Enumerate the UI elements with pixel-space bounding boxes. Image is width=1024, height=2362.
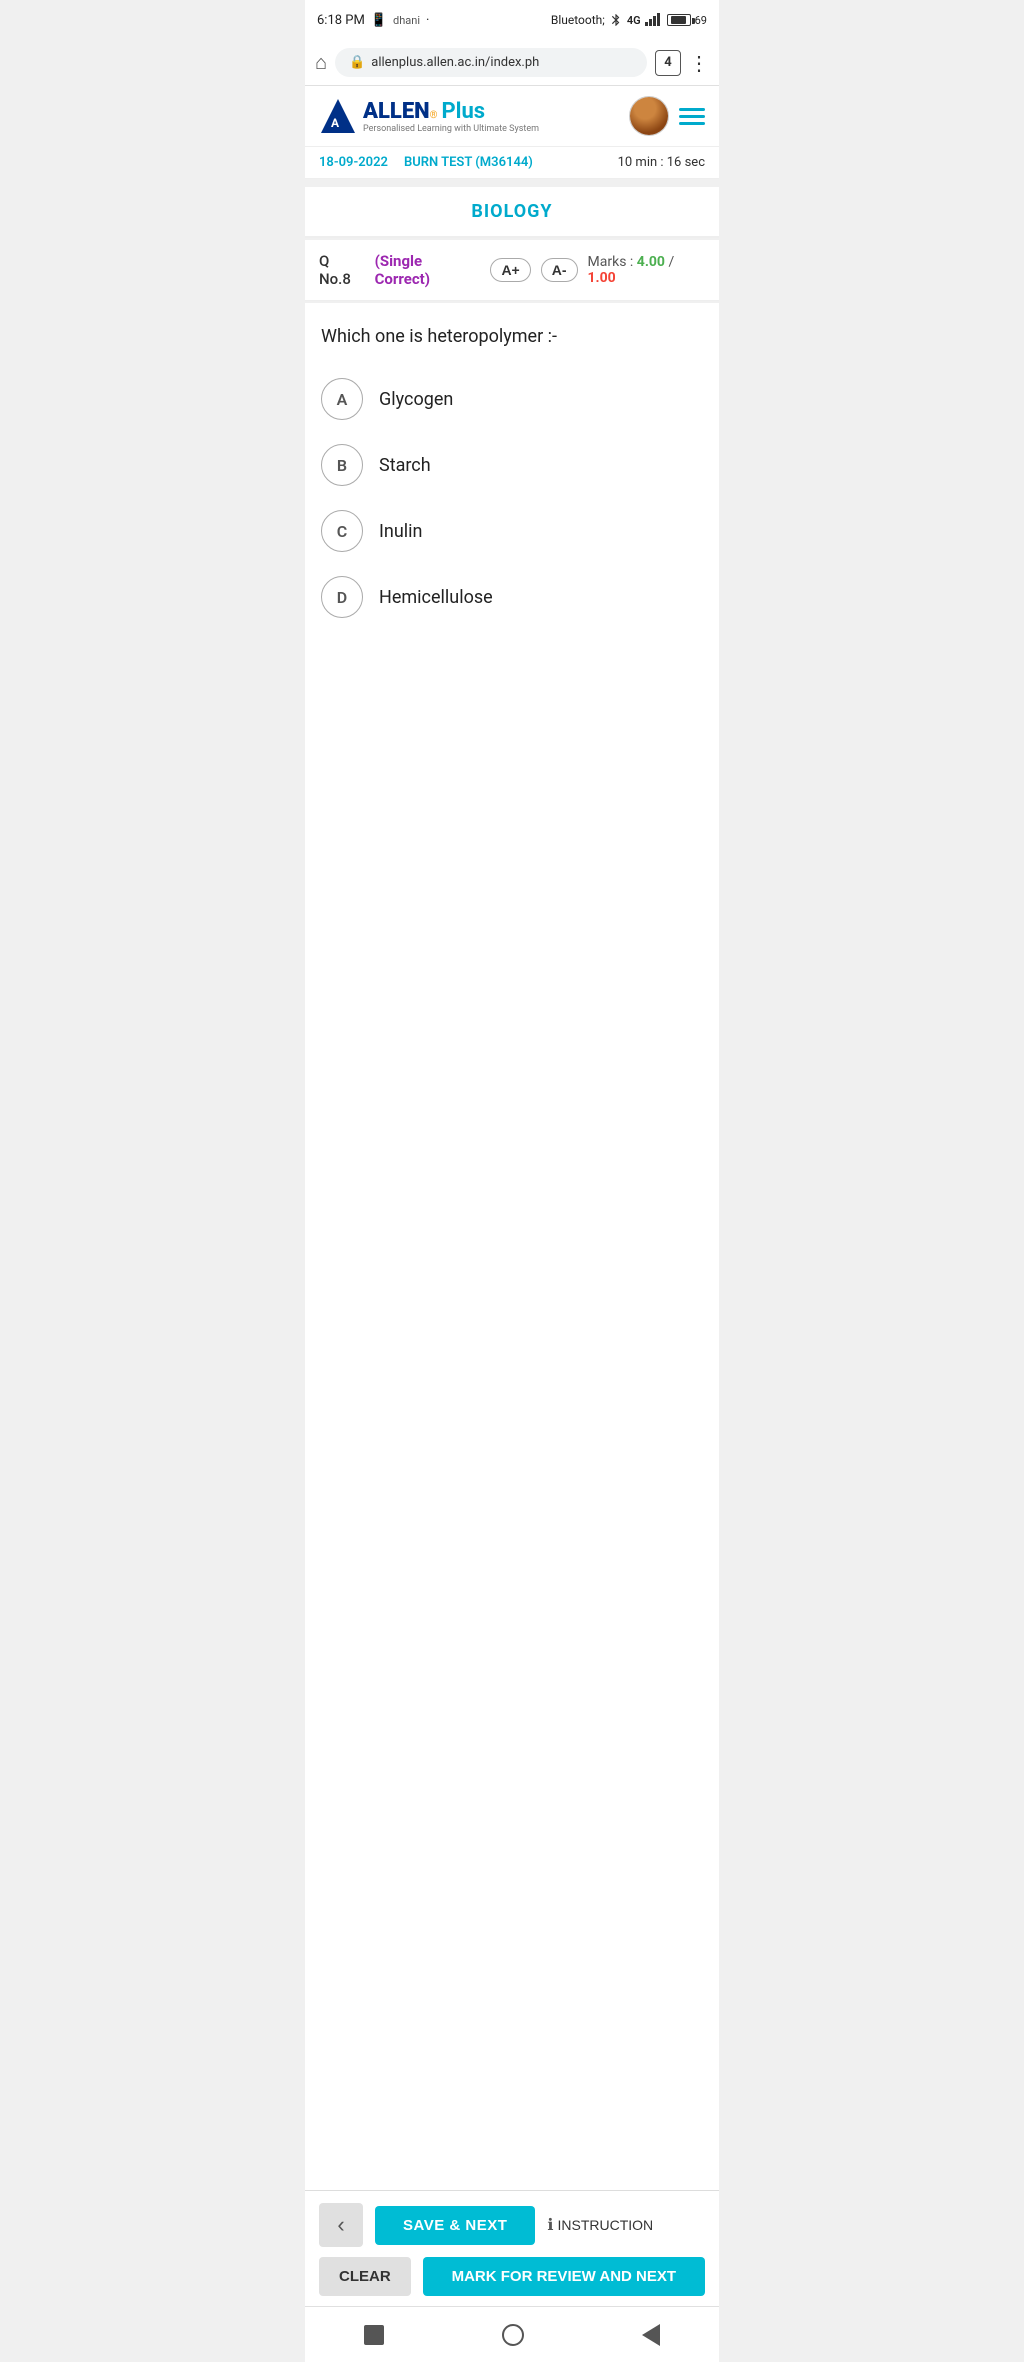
- bottom-row-secondary: CLEAR MARK FOR REVIEW AND NEXT: [319, 2257, 705, 2296]
- sub-header: 18-09-2022 BURN TEST (M36144) 10 min : 1…: [305, 147, 719, 179]
- logo-plus: Plus: [441, 99, 485, 124]
- browser-menu-button[interactable]: ⋮: [689, 51, 709, 75]
- timer-display: 10 min : 16 sec: [618, 155, 705, 170]
- battery-percent: 69: [695, 14, 707, 27]
- battery-icon: [667, 14, 691, 26]
- option-d-circle: D: [321, 576, 363, 618]
- nav-recent-apps-button[interactable]: [364, 2325, 384, 2345]
- question-body: Which one is heteropolymer :- A Glycogen…: [305, 303, 719, 672]
- time-display: 6:18 PM: [317, 13, 365, 28]
- bottom-action-bar: ‹ SAVE & NEXT ℹ INSTRUCTION CLEAR MARK F…: [305, 2190, 719, 2306]
- avatar[interactable]: [629, 96, 669, 136]
- marks-area: Marks : 4.00 / 1.00: [588, 254, 705, 286]
- back-button[interactable]: ‹: [319, 2203, 363, 2247]
- logo-a: A: [363, 99, 378, 124]
- allen-logo-triangle: A: [319, 97, 357, 135]
- back-arrow-icon: ‹: [337, 2212, 344, 2238]
- question-text: Which one is heteropolymer :-: [321, 323, 703, 350]
- hamburger-line-1: [679, 108, 705, 111]
- option-c-text: Inulin: [379, 521, 422, 542]
- logo-area: A ALLEN ® Plus Personalised Learning wit…: [319, 97, 539, 135]
- question-number: Q No.8: [319, 252, 365, 288]
- option-d-row[interactable]: D Hemicellulose: [321, 576, 703, 618]
- tabs-badge[interactable]: 4: [655, 50, 681, 76]
- option-a-text: Glycogen: [379, 389, 453, 410]
- question-type: (Single Correct): [375, 252, 481, 288]
- option-d-label: D: [337, 588, 347, 607]
- signal-bars: [645, 12, 663, 29]
- main-content: BIOLOGY Q No.8 (Single Correct) A+ A- Ma…: [305, 179, 719, 2306]
- mark-review-button[interactable]: MARK FOR REVIEW AND NEXT: [423, 2257, 705, 2296]
- hamburger-menu[interactable]: [679, 108, 705, 125]
- lock-icon: 🔒: [349, 55, 365, 70]
- option-b-text: Starch: [379, 455, 431, 476]
- option-d-text: Hemicellulose: [379, 587, 493, 608]
- logo-registered: ®: [430, 110, 438, 121]
- logo-subtitle: Personalised Learning with Ultimate Syst…: [363, 124, 539, 134]
- network-icon: dhani: [393, 14, 420, 27]
- negative-marks: 1.00: [588, 270, 616, 286]
- option-a-row[interactable]: A Glycogen: [321, 378, 703, 420]
- option-b-label: B: [337, 456, 347, 475]
- hamburger-line-2: [679, 115, 705, 118]
- save-next-button[interactable]: SAVE & NEXT: [375, 2206, 535, 2245]
- option-a-circle: A: [321, 378, 363, 420]
- option-c-row[interactable]: C Inulin: [321, 510, 703, 552]
- header-right: [629, 96, 705, 136]
- test-name: BURN TEST (M36144): [404, 155, 533, 170]
- nav-home-button[interactable]: [502, 2324, 524, 2346]
- nav-back-button[interactable]: [642, 2324, 660, 2346]
- logo-llen: LLEN: [378, 99, 430, 124]
- home-button[interactable]: ⌂: [315, 50, 327, 75]
- instruction-button[interactable]: ℹ INSTRUCTION: [547, 2215, 653, 2235]
- section-title: BIOLOGY: [471, 201, 552, 222]
- date-display: 18-09-2022: [319, 155, 388, 170]
- question-header: Q No.8 (Single Correct) A+ A- Marks : 4.…: [305, 240, 719, 301]
- marks-label: Marks :: [588, 254, 634, 270]
- browser-bar: ⌂ 🔒 allenplus.allen.ac.in/index.ph 4 ⋮: [305, 40, 719, 86]
- avatar-image: [630, 97, 668, 135]
- status-bar: 6:18 PM 📱 dhani · Bluetooth; 4G 69: [305, 0, 719, 40]
- signal-text: 4G: [627, 14, 641, 27]
- option-c-label: C: [337, 522, 347, 541]
- option-c-circle: C: [321, 510, 363, 552]
- nav-bar: [305, 2306, 719, 2362]
- option-a-label: A: [337, 390, 348, 409]
- section-header: BIOLOGY: [305, 187, 719, 238]
- info-icon: ℹ: [547, 2215, 553, 2235]
- call-icon: 📱: [371, 13, 387, 28]
- content-spacer: [305, 672, 719, 2190]
- url-bar[interactable]: 🔒 allenplus.allen.ac.in/index.ph: [335, 48, 647, 77]
- instruction-label: INSTRUCTION: [557, 2217, 653, 2233]
- dot-indicator: ·: [426, 13, 429, 28]
- option-b-row[interactable]: B Starch: [321, 444, 703, 486]
- bluetooth-icon: Bluetooth;: [551, 13, 605, 27]
- app-header: A ALLEN ® Plus Personalised Learning wit…: [305, 86, 719, 147]
- option-b-circle: B: [321, 444, 363, 486]
- font-decrease-button[interactable]: A-: [541, 258, 578, 282]
- positive-marks: 4.00: [637, 254, 665, 270]
- tabs-count: 4: [664, 55, 671, 70]
- bottom-row-primary: ‹ SAVE & NEXT ℹ INSTRUCTION: [319, 2203, 705, 2247]
- bluetooth-icon-svg: [609, 13, 623, 27]
- marks-separator: /: [668, 254, 674, 270]
- hamburger-line-3: [679, 122, 705, 125]
- clear-button[interactable]: CLEAR: [319, 2257, 411, 2296]
- url-text: allenplus.allen.ac.in/index.ph: [371, 55, 539, 70]
- svg-text:A: A: [331, 116, 340, 130]
- font-increase-button[interactable]: A+: [490, 258, 530, 282]
